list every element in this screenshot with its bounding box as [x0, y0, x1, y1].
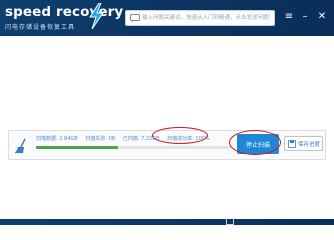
bottom-bar	[0, 219, 334, 225]
save-disk-icon	[288, 140, 296, 148]
scanned-data: 扫描数据: 2.84GB	[36, 136, 78, 142]
logo-title: speed recovery	[5, 4, 124, 20]
window-restore-icon[interactable]	[226, 218, 234, 225]
save-progress-label: 保存进度	[298, 142, 321, 148]
success-rate: 扫描成功率: 100%	[167, 136, 210, 142]
search-input[interactable]	[142, 12, 272, 24]
scan-progress-bar	[36, 146, 231, 149]
title-bar: speed recovery 闪电存储设备恢复工具 ≡ – ✕	[0, 0, 334, 36]
stop-scan-button[interactable]: 停止扫描	[237, 134, 279, 154]
scan-stats: 扫描数据: 2.84GB 扫描失败: 0B 已扫描: 7.22GB 扫描成功率:…	[36, 135, 216, 143]
scan-status-panel: 扫描数据: 2.84GB 扫描失败: 0B 已扫描: 7.22GB 扫描成功率:…	[8, 130, 326, 160]
chat-bubble-icon	[130, 14, 140, 22]
failed-data: 扫描失败: 0B	[85, 136, 116, 142]
found-data: 已扫描: 7.22GB	[122, 136, 160, 142]
menu-button[interactable]: ≡	[283, 11, 295, 23]
logo-subtitle: 闪电存储设备恢复工具	[5, 24, 76, 31]
scan-progress-fill	[36, 146, 118, 149]
save-progress-button[interactable]: 保存进度	[284, 136, 323, 151]
minimize-button[interactable]: –	[299, 11, 311, 23]
close-button[interactable]: ✕	[316, 11, 328, 23]
question-search-box[interactable]	[125, 10, 275, 26]
lightning-bolt-icon	[89, 3, 104, 29]
scanning-broom-icon	[14, 138, 26, 154]
